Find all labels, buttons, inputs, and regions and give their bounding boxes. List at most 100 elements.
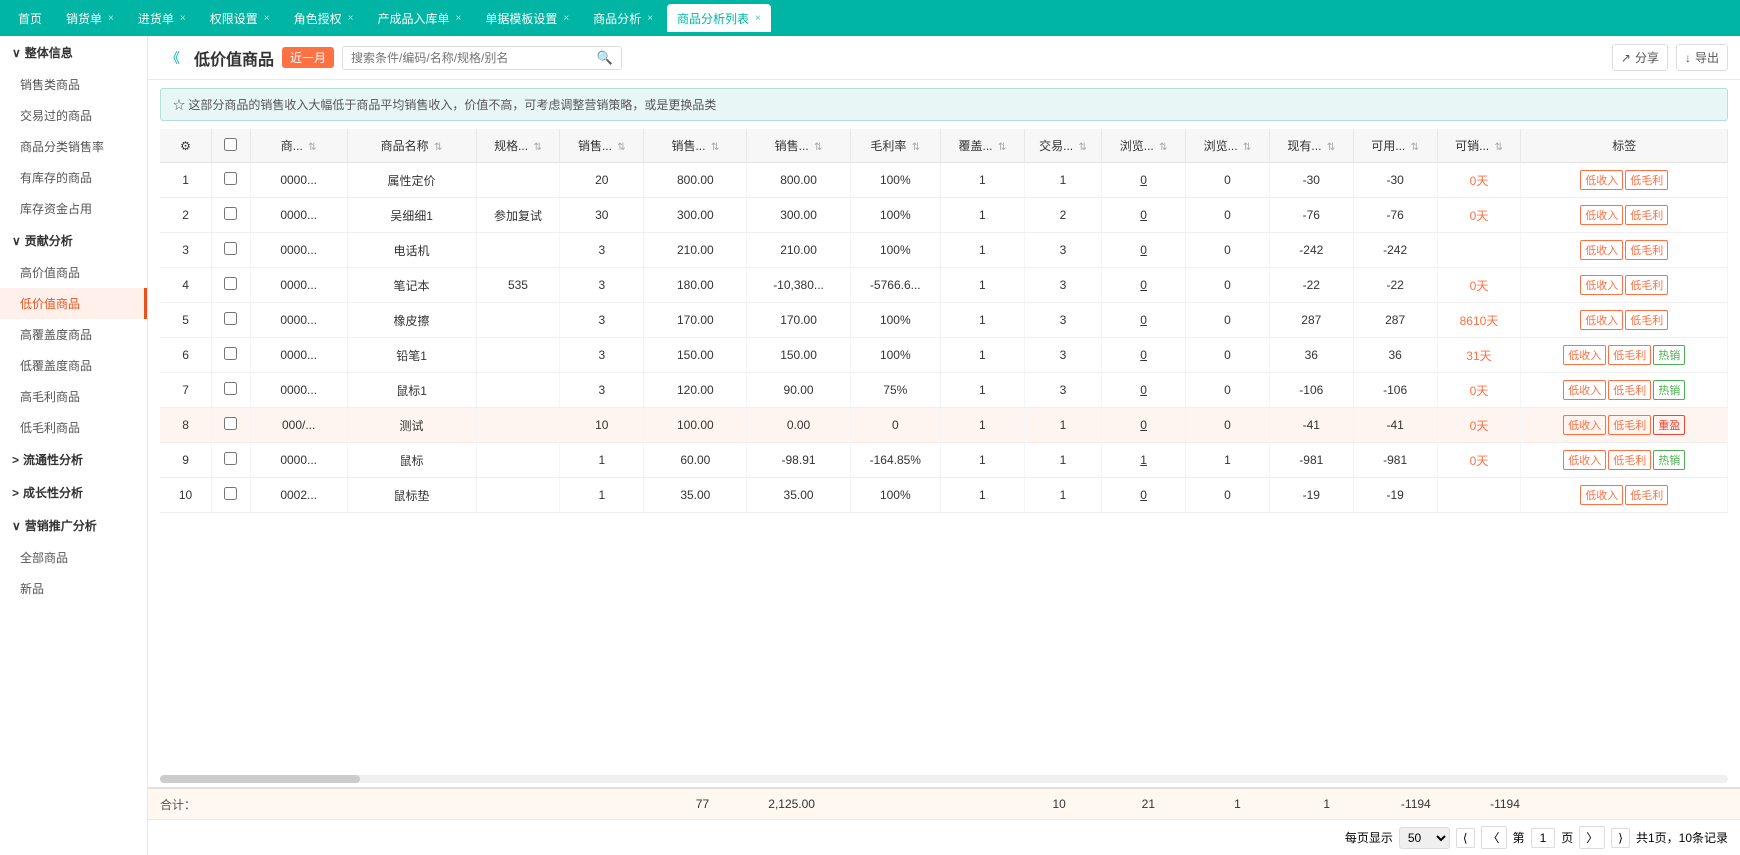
nav-permission-settings[interactable]: 权限设置 × [200, 4, 280, 32]
sidebar-item-sales-goods[interactable]: 销售类商品 [0, 69, 147, 100]
row-select-checkbox[interactable] [224, 382, 237, 395]
row-checkbox[interactable] [212, 268, 251, 303]
select-all-checkbox[interactable] [224, 138, 237, 151]
views-link[interactable]: 0 [1140, 243, 1147, 257]
sidebar-group-growth[interactable]: > 成长性分析 [0, 476, 147, 509]
sidebar-group-circulation[interactable]: > 流通性分析 [0, 443, 147, 476]
row-views1[interactable]: 0 [1102, 338, 1186, 373]
sidebar-item-high-margin[interactable]: 高毛利商品 [0, 381, 147, 412]
row-select-checkbox[interactable] [224, 242, 237, 255]
sidebar-item-all-goods[interactable]: 全部商品 [0, 542, 147, 573]
filter-button[interactable]: 近一月 [282, 47, 334, 68]
row-checkbox[interactable] [212, 303, 251, 338]
sidebar-collapse-button[interactable]: 《 [160, 46, 186, 70]
col-spec[interactable]: 规格... ⇅ [476, 129, 560, 163]
col-sales1[interactable]: 销售... ⇅ [560, 129, 644, 163]
views-link[interactable]: 0 [1140, 418, 1147, 432]
sidebar-item-low-value[interactable]: 低价值商品 [0, 288, 147, 319]
col-name[interactable]: 商品名称 ⇅ [347, 129, 476, 163]
nav-sales-order[interactable]: 销货单 × [56, 4, 124, 32]
prev-page-button[interactable]: 〈 [1481, 826, 1507, 849]
row-views1[interactable]: 0 [1102, 163, 1186, 198]
row-checkbox[interactable] [212, 373, 251, 408]
next-page-button[interactable]: 〉 [1579, 826, 1605, 849]
col-views1[interactable]: 浏览... ⇅ [1102, 129, 1186, 163]
horizontal-scrollbar[interactable] [160, 775, 1728, 783]
nav-close-icon[interactable]: × [563, 13, 569, 24]
row-checkbox[interactable] [212, 198, 251, 233]
nav-product-analysis[interactable]: 商品分析 × [583, 4, 663, 32]
nav-close-icon[interactable]: × [455, 13, 461, 24]
row-checkbox[interactable] [212, 163, 251, 198]
export-button[interactable]: ↓ 导出 [1676, 44, 1728, 71]
row-checkbox[interactable] [212, 338, 251, 373]
views-link[interactable]: 0 [1140, 278, 1147, 292]
nav-close-icon[interactable]: × [348, 13, 354, 24]
row-checkbox[interactable] [212, 408, 251, 443]
col-sellable[interactable]: 可销... ⇅ [1437, 129, 1521, 163]
sidebar-item-category-rate[interactable]: 商品分类销售率 [0, 131, 147, 162]
views-link[interactable]: 0 [1140, 383, 1147, 397]
nav-close-icon[interactable]: × [180, 13, 186, 24]
nav-role-auth[interactable]: 角色授权 × [284, 4, 364, 32]
sidebar-group-marketing[interactable]: ∨ 营销推广分析 [0, 509, 147, 542]
nav-purchase-order[interactable]: 进货单 × [128, 4, 196, 32]
row-checkbox[interactable] [212, 443, 251, 478]
sidebar-item-low-coverage[interactable]: 低覆盖度商品 [0, 350, 147, 381]
sidebar-item-new-goods[interactable]: 新品 [0, 573, 147, 604]
row-checkbox[interactable] [212, 478, 251, 513]
sidebar-item-high-value[interactable]: 高价值商品 [0, 257, 147, 288]
last-page-button[interactable]: ⟩ [1611, 828, 1630, 848]
sidebar-item-stock-fund[interactable]: 库存资金占用 [0, 193, 147, 224]
row-select-checkbox[interactable] [224, 172, 237, 185]
page-size-select[interactable]: 50 100 200 [1399, 827, 1450, 849]
row-select-checkbox[interactable] [224, 417, 237, 430]
nav-template-settings[interactable]: 单据模板设置 × [475, 4, 579, 32]
col-coverage[interactable]: 覆盖... ⇅ [940, 129, 1024, 163]
row-select-checkbox[interactable] [224, 347, 237, 360]
views-link[interactable]: 0 [1140, 488, 1147, 502]
col-margin-rate[interactable]: 毛利率 ⇅ [850, 129, 940, 163]
views-link[interactable]: 1 [1140, 453, 1147, 467]
col-transaction[interactable]: 交易... ⇅ [1024, 129, 1101, 163]
sidebar-item-high-coverage[interactable]: 高覆盖度商品 [0, 319, 147, 350]
views-link[interactable]: 0 [1140, 208, 1147, 222]
col-views2[interactable]: 浏览... ⇅ [1186, 129, 1270, 163]
row-select-checkbox[interactable] [224, 207, 237, 220]
row-views1[interactable]: 0 [1102, 478, 1186, 513]
sidebar-group-contribution[interactable]: ∨ 贡献分析 [0, 224, 147, 257]
row-views1[interactable]: 0 [1102, 303, 1186, 338]
row-views1[interactable]: 0 [1102, 373, 1186, 408]
nav-product-inbound[interactable]: 产成品入库单 × [367, 4, 471, 32]
row-views1[interactable]: 1 [1102, 443, 1186, 478]
row-views1[interactable]: 0 [1102, 198, 1186, 233]
scrollbar-thumb[interactable] [160, 775, 360, 783]
search-box[interactable] [342, 46, 622, 70]
col-current-stock[interactable]: 现有... ⇅ [1269, 129, 1353, 163]
sidebar-group-overall[interactable]: ∨ 整体信息 [0, 36, 147, 69]
share-button[interactable]: ↗ 分享 [1612, 44, 1668, 71]
row-select-checkbox[interactable] [224, 487, 237, 500]
row-select-checkbox[interactable] [224, 312, 237, 325]
nav-product-analysis-list[interactable]: 商品分析列表 × [667, 4, 771, 32]
row-views1[interactable]: 0 [1102, 233, 1186, 268]
row-select-checkbox[interactable] [224, 277, 237, 290]
row-views1[interactable]: 0 [1102, 408, 1186, 443]
col-code[interactable]: 商... ⇅ [250, 129, 347, 163]
col-checkbox[interactable] [212, 129, 251, 163]
views-link[interactable]: 0 [1140, 173, 1147, 187]
views-link[interactable]: 0 [1140, 313, 1147, 327]
sidebar-item-stock-goods[interactable]: 有库存的商品 [0, 162, 147, 193]
nav-home[interactable]: 首页 [8, 4, 52, 32]
col-sales3[interactable]: 销售... ⇅ [747, 129, 850, 163]
row-checkbox[interactable] [212, 233, 251, 268]
row-select-checkbox[interactable] [224, 452, 237, 465]
first-page-button[interactable]: ⟨ [1456, 828, 1475, 848]
nav-close-icon[interactable]: × [755, 13, 761, 24]
sidebar-item-traded-goods[interactable]: 交易过的商品 [0, 100, 147, 131]
sidebar-item-low-margin[interactable]: 低毛利商品 [0, 412, 147, 443]
row-views1[interactable]: 0 [1102, 268, 1186, 303]
col-sales2[interactable]: 销售... ⇅ [644, 129, 747, 163]
col-available-stock[interactable]: 可用... ⇅ [1353, 129, 1437, 163]
search-input[interactable] [351, 51, 593, 65]
